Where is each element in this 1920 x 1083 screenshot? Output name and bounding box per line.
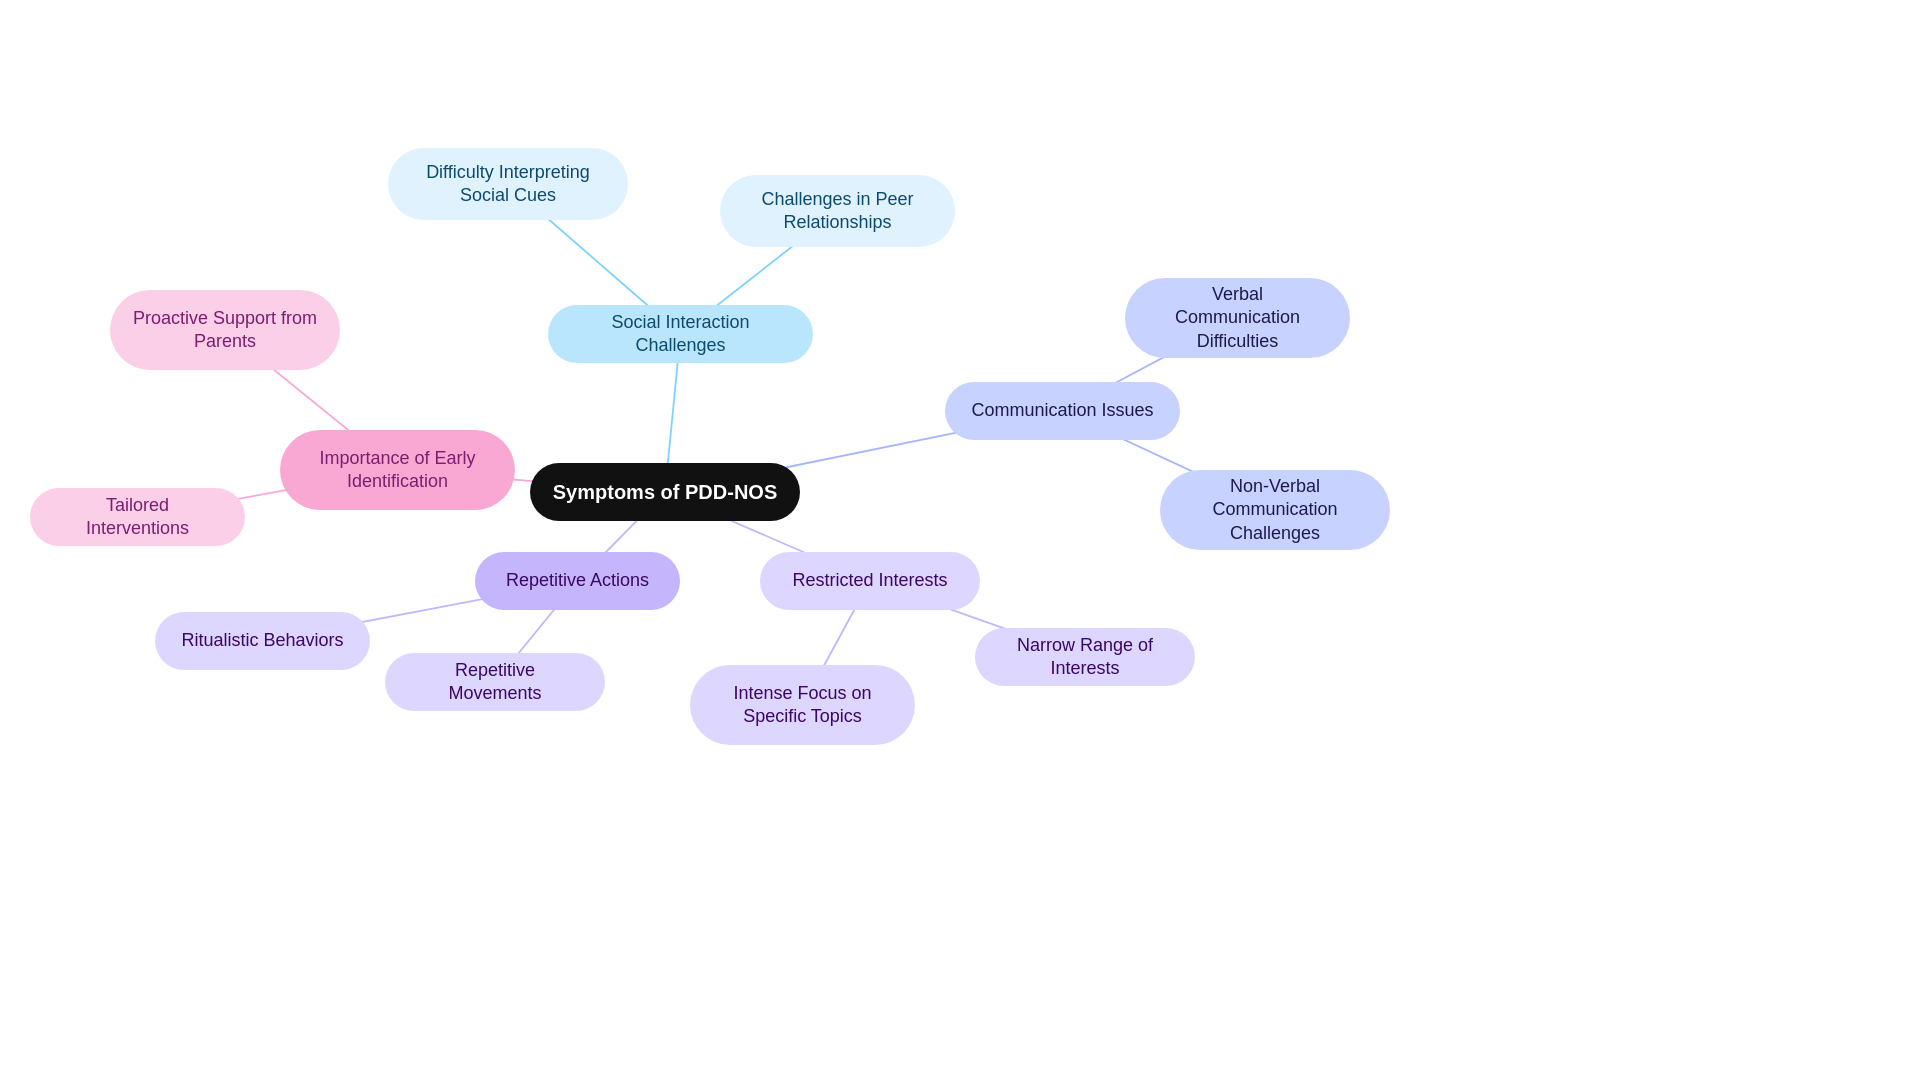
social-interaction-node: Social Interaction Challenges [548,305,813,363]
proactive-support-node: Proactive Support from Parents [110,290,340,370]
ritualistic-behaviors-node: Ritualistic Behaviors [155,612,370,670]
tailored-interventions-node: Tailored Interventions [30,488,245,546]
restricted-interests-node: Restricted Interests [760,552,980,610]
challenges-peer-node: Challenges in Peer Relationships [720,175,955,247]
communication-issues-node: Communication Issues [945,382,1180,440]
repetitive-movements-node: Repetitive Movements [385,653,605,711]
intense-focus-node: Intense Focus on Specific Topics [690,665,915,745]
repetitive-actions-node: Repetitive Actions [475,552,680,610]
narrow-range-node: Narrow Range of Interests [975,628,1195,686]
importance-early-node: Importance of Early Identification [280,430,515,510]
center-node: Symptoms of PDD-NOS [530,463,800,521]
verbal-communication-node: Verbal Communication Difficulties [1125,278,1350,358]
difficulty-interpreting-node: Difficulty Interpreting Social Cues [388,148,628,220]
nonverbal-communication-node: Non-Verbal Communication Challenges [1160,470,1390,550]
